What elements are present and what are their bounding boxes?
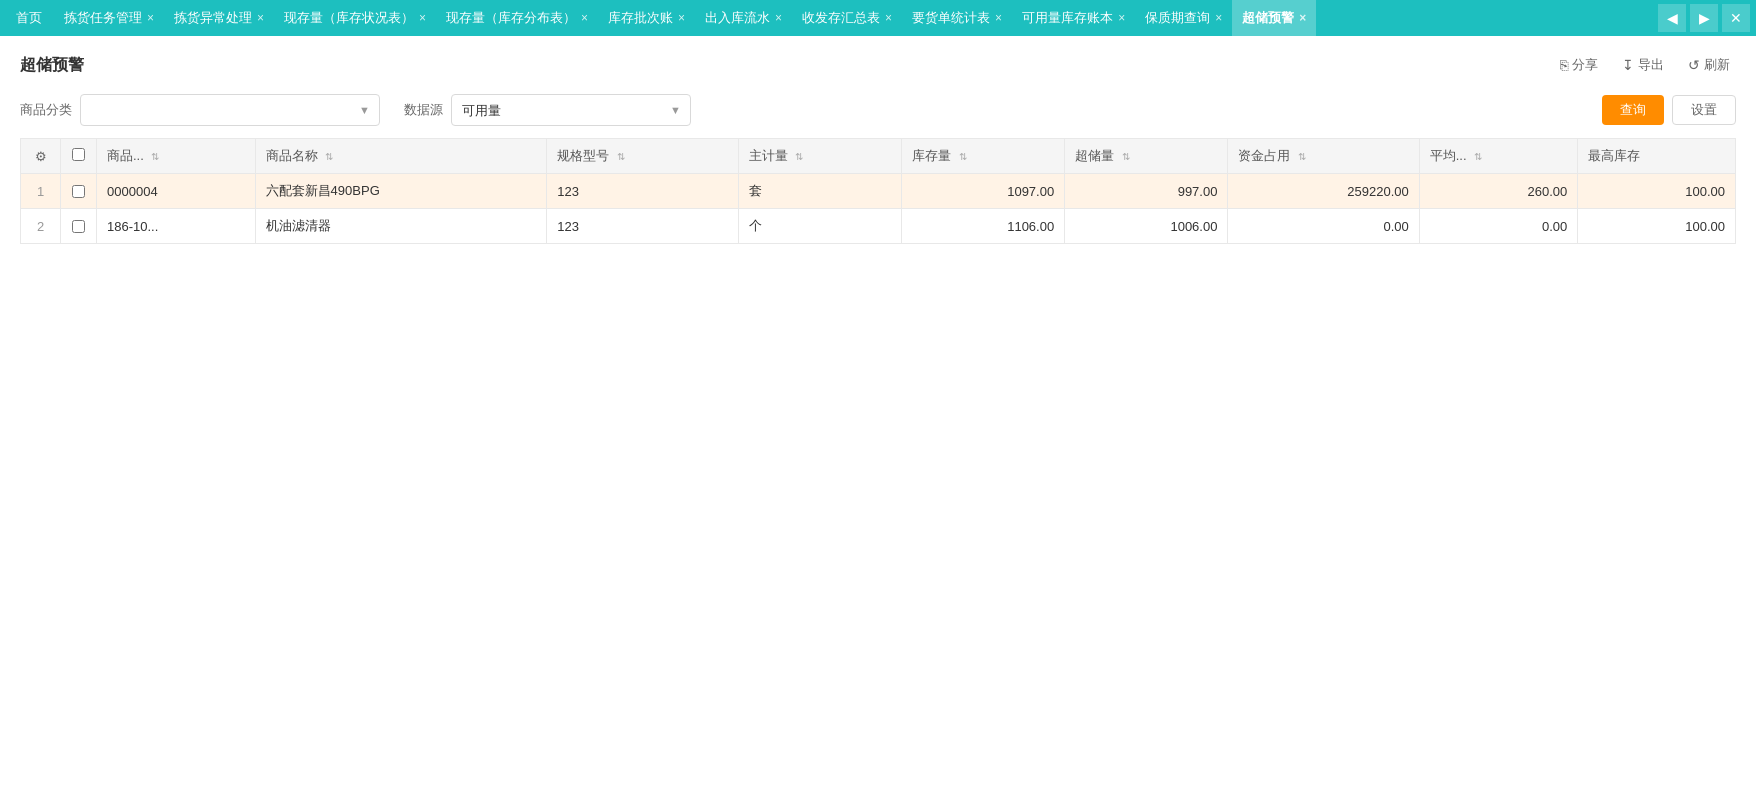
table-row: 1 0000004 六配套新昌490BPG 123 套 1097.00 997.… [21,174,1736,209]
th-spec[interactable]: 规格型号 ⇅ [547,139,738,174]
sort-goods-name-icon: ⇅ [325,151,333,162]
th-capital[interactable]: 资金占用 ⇅ [1228,139,1419,174]
select-all-checkbox[interactable] [72,148,85,161]
cell-checkbox-0 [61,174,97,209]
cell-avg-0: 260.00 [1419,174,1578,209]
cell-unit-1: 个 [738,209,901,244]
th-checkbox [61,139,97,174]
data-table: ⚙ 商品... ⇅ 商品名称 ⇅ 规格型号 ⇅ 主计量 [20,138,1736,244]
category-label: 商品分类 [20,101,72,119]
nav-tab-5[interactable]: 出入库流水 × [695,0,792,36]
cell-goods-code-1: 186-10... [97,209,256,244]
close-tab-3[interactable]: × [581,11,588,25]
share-icon: ⎘ [1560,57,1568,73]
th-stock[interactable]: 库存量 ⇅ [901,139,1064,174]
th-avg[interactable]: 平均... ⇅ [1419,139,1578,174]
filter-row: 商品分类 ▼ 数据源 可用量 ▼ 查询 设置 [20,94,1736,126]
close-tab-2[interactable]: × [419,11,426,25]
cell-capital-0: 259220.00 [1228,174,1419,209]
th-goods-code[interactable]: 商品... ⇅ [97,139,256,174]
nav-tab-8[interactable]: 可用量库存账本 × [1012,0,1135,36]
datasource-filter: 数据源 可用量 ▼ [404,94,691,126]
nav-tab-0[interactable]: 拣货任务管理 × [54,0,164,36]
settings-button[interactable]: 设置 [1672,95,1736,125]
refresh-icon: ↺ [1688,57,1700,73]
nav-tab-1[interactable]: 拣货异常处理 × [164,0,274,36]
nav-tab-2[interactable]: 现存量（库存状况表） × [274,0,436,36]
th-goods-name[interactable]: 商品名称 ⇅ [255,139,547,174]
cell-avg-1: 0.00 [1419,209,1578,244]
gear-icon[interactable]: ⚙ [31,149,50,164]
cell-index-0: 1 [21,174,61,209]
close-tab-9[interactable]: × [1215,11,1222,25]
sort-spec-icon: ⇅ [617,151,625,162]
nav-tab-6[interactable]: 收发存汇总表 × [792,0,902,36]
th-gear: ⚙ [21,139,61,174]
cell-max-stock-1: 100.00 [1578,209,1736,244]
sort-capital-icon: ⇅ [1298,151,1306,162]
cell-capital-1: 0.00 [1228,209,1419,244]
category-select-wrap: ▼ [80,94,380,126]
th-max-stock[interactable]: 最高库存 [1578,139,1736,174]
table-row: 2 186-10... 机油滤清器 123 个 1106.00 1006.00 … [21,209,1736,244]
sort-unit-icon: ⇅ [795,151,803,162]
cell-spec-0: 123 [547,174,738,209]
nav-next-button[interactable]: ▶ [1690,4,1718,32]
sort-avg-icon: ⇅ [1474,151,1482,162]
datasource-label: 数据源 [404,101,443,119]
nav-home[interactable]: 首页 [4,9,54,27]
sort-stock-icon: ⇅ [959,151,967,162]
sort-goods-code-icon: ⇅ [151,151,159,162]
cell-stock-0: 1097.00 [901,174,1064,209]
cell-spec-1: 123 [547,209,738,244]
close-tab-1[interactable]: × [257,11,264,25]
cell-stock-1: 1106.00 [901,209,1064,244]
table-header-row: ⚙ 商品... ⇅ 商品名称 ⇅ 规格型号 ⇅ 主计量 [21,139,1736,174]
share-button[interactable]: ⎘ 分享 [1554,52,1604,78]
export-button[interactable]: ↧ 导出 [1616,52,1670,78]
page-title: 超储预警 [20,55,84,76]
main-content: 超储预警 ⎘ 分享 ↧ 导出 ↺ 刷新 商品分类 ▼ [0,36,1756,800]
th-unit[interactable]: 主计量 ⇅ [738,139,901,174]
th-overstock[interactable]: 超储量 ⇅ [1065,139,1228,174]
filter-actions: 查询 设置 [1602,95,1736,125]
row-checkbox-1[interactable] [72,220,85,233]
cell-goods-name-1: 机油滤清器 [255,209,547,244]
datasource-select[interactable]: 可用量 [451,94,691,126]
header-actions: ⎘ 分享 ↧ 导出 ↺ 刷新 [1554,52,1736,78]
category-filter: 商品分类 ▼ [20,94,380,126]
cell-index-1: 2 [21,209,61,244]
cell-checkbox-1 [61,209,97,244]
close-tab-10[interactable]: × [1299,11,1306,25]
top-nav: 首页 拣货任务管理 × 拣货异常处理 × 现存量（库存状况表） × 现存量（库存… [0,0,1756,36]
page-header: 超储预警 ⎘ 分享 ↧ 导出 ↺ 刷新 [20,52,1736,78]
close-tab-7[interactable]: × [995,11,1002,25]
refresh-button[interactable]: ↺ 刷新 [1682,52,1736,78]
row-checkbox-0[interactable] [72,185,85,198]
nav-close-all-button[interactable]: ✕ [1722,4,1750,32]
close-tab-5[interactable]: × [775,11,782,25]
close-tab-0[interactable]: × [147,11,154,25]
close-tab-6[interactable]: × [885,11,892,25]
cell-unit-0: 套 [738,174,901,209]
nav-tab-10[interactable]: 超储预警 × [1232,0,1316,36]
nav-prev-button[interactable]: ◀ [1658,4,1686,32]
nav-tab-4[interactable]: 库存批次账 × [598,0,695,36]
cell-overstock-0: 997.00 [1065,174,1228,209]
datasource-select-wrap: 可用量 ▼ [451,94,691,126]
close-tab-4[interactable]: × [678,11,685,25]
export-icon: ↧ [1622,57,1634,73]
nav-tab-3[interactable]: 现存量（库存分布表） × [436,0,598,36]
nav-arrows: ◀ ▶ ✕ [1656,4,1752,32]
cell-goods-name-0: 六配套新昌490BPG [255,174,547,209]
query-button[interactable]: 查询 [1602,95,1664,125]
sort-overstock-icon: ⇅ [1122,151,1130,162]
cell-max-stock-0: 100.00 [1578,174,1736,209]
category-select[interactable] [80,94,380,126]
nav-tab-7[interactable]: 要货单统计表 × [902,0,1012,36]
cell-overstock-1: 1006.00 [1065,209,1228,244]
close-tab-8[interactable]: × [1118,11,1125,25]
nav-tab-9[interactable]: 保质期查询 × [1135,0,1232,36]
cell-goods-code-0: 0000004 [97,174,256,209]
